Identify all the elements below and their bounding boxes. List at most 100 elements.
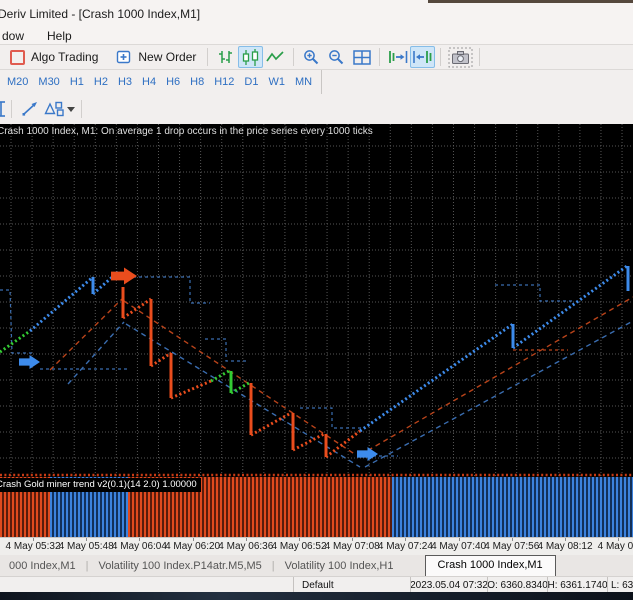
status-low: L: 63	[607, 577, 633, 593]
chart-area[interactable]: Crash 1000 Index, M1: On average 1 drop …	[0, 124, 633, 477]
tile-windows-icon	[353, 49, 371, 65]
price-segment	[512, 264, 628, 350]
signal-arrow	[111, 267, 137, 285]
timeframe-m30[interactable]: M30	[33, 73, 64, 91]
toolbar-separator	[440, 48, 442, 66]
toolbar-main: Algo Trading New Order	[0, 44, 633, 70]
new-order-button[interactable]: New Order	[110, 47, 202, 67]
timeframe-h2[interactable]: H2	[89, 73, 113, 91]
tile-windows-button[interactable]	[349, 46, 374, 68]
time-axis[interactable]: 4 May 05:32 4 May 05:48 4 May 06:04 4 May 0…	[0, 537, 633, 556]
algo-trading-icon	[10, 49, 25, 65]
line-chart-icon	[266, 51, 285, 62]
time-label: 4 May 06:20	[165, 541, 221, 552]
timeframe-bar: M20 M30 H1 H2 H3 H4 H6 H8 H12 D1 W1 MN	[0, 70, 633, 95]
trend-dashed-line	[49, 298, 123, 371]
tab-volatility-100-index-h1[interactable]: Volatility 100 Index,H1	[276, 557, 403, 576]
trend-dashed-line	[364, 320, 633, 468]
time-label: 4 May 08:12	[537, 541, 593, 552]
menu-window[interactable]: dow	[2, 28, 24, 44]
step-level-line	[133, 276, 210, 304]
line-chart-button[interactable]	[263, 46, 288, 68]
step-level-line	[205, 338, 248, 362]
step-level-line	[495, 284, 575, 302]
trend-dashed-line	[67, 321, 125, 385]
price-segment	[170, 379, 212, 400]
bar-chart-button[interactable]	[213, 46, 238, 68]
price-segment	[29, 275, 94, 333]
toolbar-separator	[11, 100, 12, 118]
zoom-out-button[interactable]	[324, 46, 349, 68]
price-segment	[0, 329, 31, 354]
timeframe-d1[interactable]: D1	[239, 73, 263, 91]
zoom-in-icon	[304, 49, 319, 64]
time-label: 4 May 07:08	[324, 541, 380, 552]
timeframe-buttons: M20 M30 H1 H2 H3 H4 H6 H8 H12 D1 W1 MN	[0, 70, 323, 94]
timeframe-mn[interactable]: MN	[290, 73, 317, 91]
timeframe-h12[interactable]: H12	[209, 73, 239, 91]
step-level-line	[0, 289, 34, 354]
timeframe-h1[interactable]: H1	[65, 73, 89, 91]
cursor-tool-icon-partial[interactable]	[0, 100, 6, 118]
zoom-in-button[interactable]	[299, 46, 324, 68]
toolbar-separator	[479, 48, 481, 66]
time-label: 4 May 06:52	[271, 541, 327, 552]
toolbar-separator	[379, 48, 381, 66]
status-profile[interactable]: Default	[293, 577, 410, 593]
step-level-line	[300, 407, 362, 429]
timeframe-h8[interactable]: H8	[185, 73, 209, 91]
candlestick-chart-button[interactable]	[238, 46, 264, 68]
camera-icon	[448, 47, 473, 67]
price-segment	[325, 429, 361, 459]
timeframe-h4[interactable]: H4	[137, 73, 161, 91]
price-segment	[230, 381, 250, 395]
title-bar[interactable]: Deriv Limited - [Crash 1000 Index,M1]	[0, 0, 633, 28]
timeframe-m20[interactable]: M20	[2, 73, 33, 91]
time-label: 4 May 05:32	[5, 541, 61, 552]
timeframe-h3[interactable]: H3	[113, 73, 137, 91]
status-bar: Default 2023.05.04 07:32 O: 6360.8340 H:…	[0, 576, 633, 593]
signal-arrow	[357, 447, 378, 461]
price-segment	[150, 351, 172, 368]
signal-arrow	[19, 355, 40, 369]
time-label: 4 May 06:04	[111, 541, 167, 552]
indicator-label: Crash Gold miner trend v2(0.1)(14 2.0) 1…	[0, 478, 201, 492]
trendline-icon	[22, 102, 37, 116]
chevron-down-icon	[66, 106, 75, 112]
time-label: 4 May 07:24	[377, 541, 433, 552]
new-order-icon	[117, 50, 131, 64]
toolbar-separator	[207, 48, 209, 66]
shapes-tool-button[interactable]	[42, 98, 76, 120]
tab-000-index-m1[interactable]: 000 Index,M1	[0, 557, 85, 576]
zoom-out-icon	[329, 49, 344, 64]
time-label: 4 May 08	[597, 541, 633, 552]
indicator-blue-block	[392, 477, 633, 537]
desktop-background	[0, 592, 633, 600]
drawing-toolbar	[0, 94, 633, 125]
tab-volatility-100-index-p14atr-m5-m5[interactable]: Volatility 100 Index.P14atr.M5,M5	[90, 557, 271, 576]
time-label: 4 May 07:56	[484, 541, 540, 552]
status-open: O: 6360.8340	[487, 577, 547, 593]
timeframe-w1[interactable]: W1	[263, 73, 290, 91]
indicator-panel[interactable]: Crash Gold miner trend v2(0.1)(14 2.0) 1…	[0, 477, 633, 537]
menu-help[interactable]: Help	[47, 28, 72, 44]
timeframe-h6[interactable]: H6	[161, 73, 185, 91]
menu-bar: dow Help	[0, 28, 633, 44]
window-title: Deriv Limited - [Crash 1000 Index,M1]	[0, 7, 201, 21]
screenshot-button[interactable]	[446, 46, 474, 68]
time-label: 4 May 05:48	[58, 541, 114, 552]
trendline-tool-button[interactable]	[17, 98, 42, 120]
auto-scroll-button[interactable]	[385, 46, 410, 68]
chart-shift-button[interactable]	[410, 46, 436, 68]
algo-trading-button[interactable]: Algo Trading	[4, 48, 104, 67]
auto-scroll-icon	[389, 51, 408, 63]
desktop-edge	[428, 0, 633, 3]
tab-crash-1000-index-m1[interactable]: Crash 1000 Index,M1	[424, 555, 556, 576]
trend-dashed-line	[359, 296, 633, 456]
chart-shift-icon	[413, 51, 432, 63]
bar-chart-icon	[218, 51, 232, 63]
new-order-label: New Order	[138, 50, 197, 64]
toolbar-separator	[293, 48, 295, 66]
chart-tab-bar: 000 Index,M1 | Volatility 100 Index.P14atr…	[0, 555, 633, 576]
time-label: 4 May 07:40	[431, 541, 487, 552]
